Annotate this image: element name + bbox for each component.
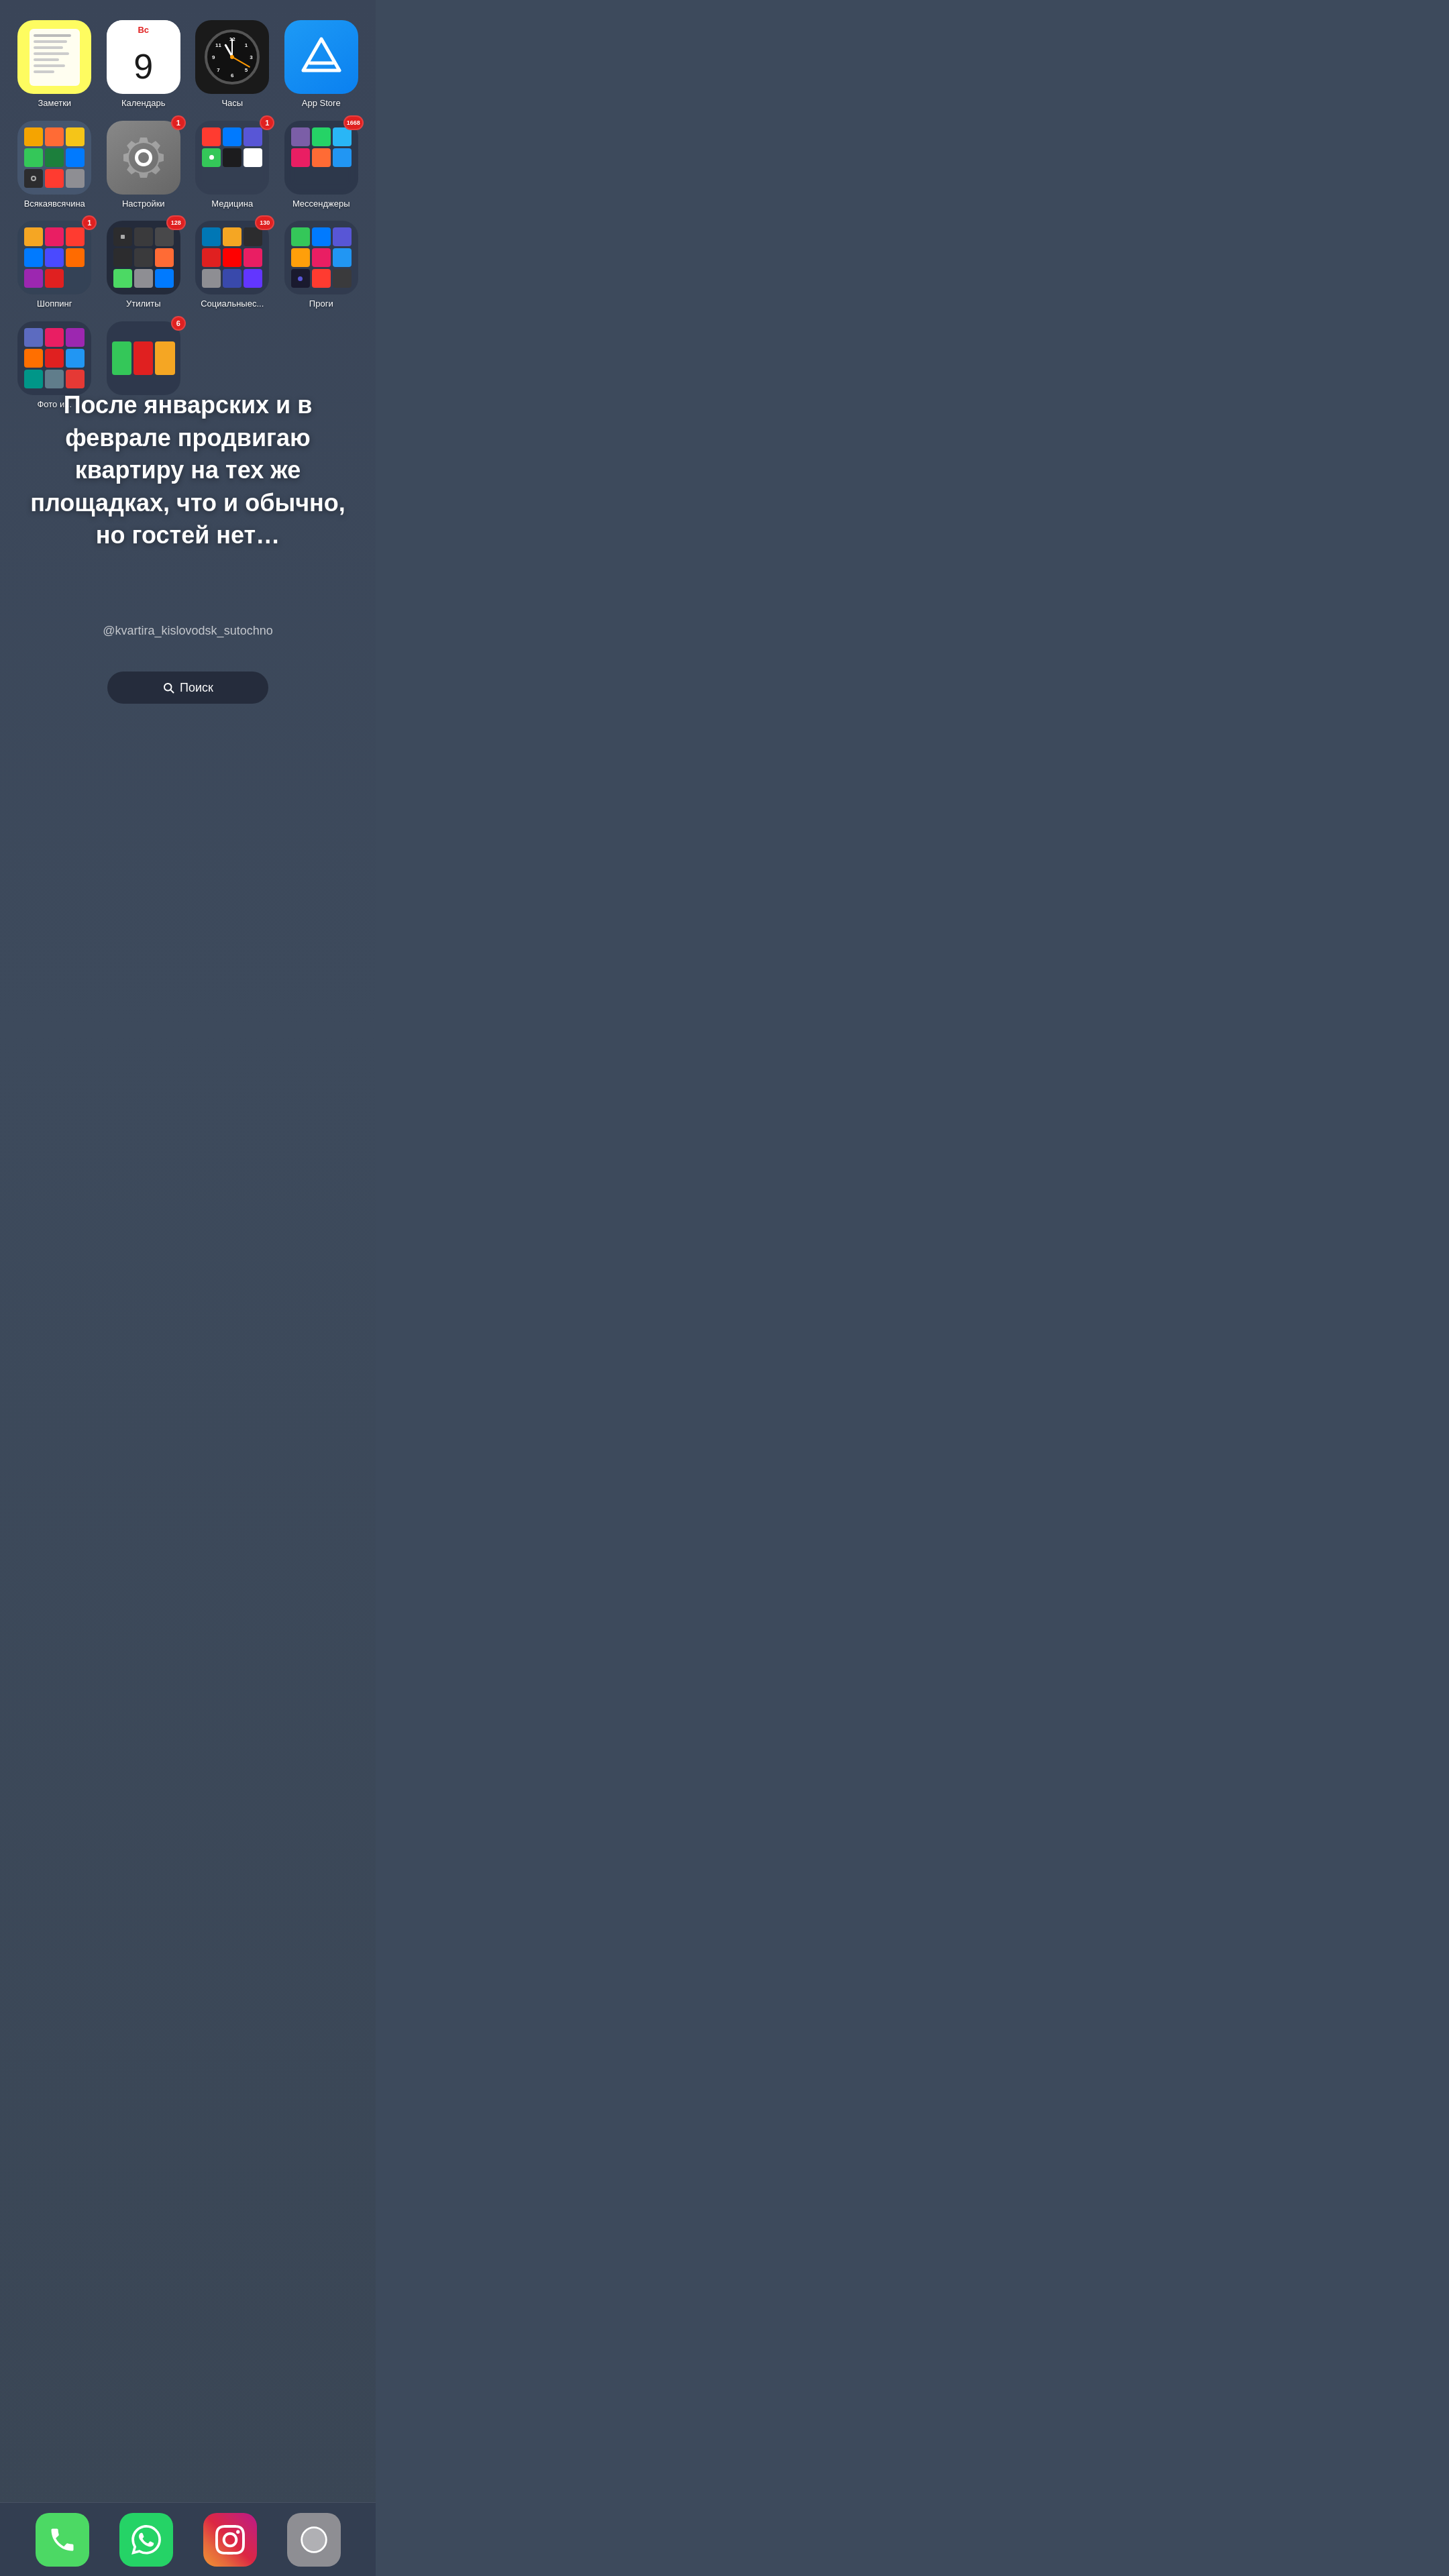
clock-label: Часы xyxy=(221,98,243,109)
app-row-2: Всякаявсячина 1 Настройки 1 xyxy=(13,121,362,209)
search-bar[interactable]: Поиск xyxy=(107,672,268,704)
home-screen: Заметки Вс 9 Календарь 12 1 11 3 9 5 xyxy=(0,0,376,2576)
calendar-label: Календарь xyxy=(121,98,166,109)
folder9-badge: 6 xyxy=(171,316,186,331)
dock-item-4[interactable] xyxy=(287,2513,341,2567)
calendar-app[interactable]: Вс 9 Календарь xyxy=(103,20,185,109)
utility-folder[interactable]: 128 Утилиты xyxy=(103,221,185,309)
settings-app[interactable]: 1 Настройки xyxy=(103,121,185,209)
settings-icon: 1 xyxy=(107,121,180,195)
meditsina-folder[interactable]: 1 Медицина xyxy=(191,121,274,209)
calendar-icon: Вс 9 xyxy=(107,20,180,94)
dock-whatsapp[interactable] xyxy=(119,2513,173,2567)
social-folder[interactable]: 130 Социальныес... xyxy=(191,221,274,309)
progi-label: Проги xyxy=(309,299,333,309)
clock-icon: 12 1 11 3 9 5 7 6 xyxy=(195,20,269,94)
messengers-badge: 1668 xyxy=(343,115,364,130)
appstore-icon xyxy=(284,20,358,94)
shopping-badge: 1 xyxy=(82,215,97,230)
social-label: Социальныес... xyxy=(201,299,264,309)
meditsina-badge: 1 xyxy=(260,115,274,130)
progi-folder[interactable]: Проги xyxy=(280,221,363,309)
calendar-day-name: Вс xyxy=(107,20,180,39)
clock-app[interactable]: 12 1 11 3 9 5 7 6 Часы xyxy=(191,20,274,109)
search-bar-container: Поиск xyxy=(13,658,362,724)
settings-badge: 1 xyxy=(171,115,186,130)
dock-phone[interactable] xyxy=(36,2513,89,2567)
vsyakaya-folder[interactable]: Всякаявсячина xyxy=(13,121,96,209)
utility-badge: 128 xyxy=(166,215,186,230)
social-badge: 130 xyxy=(255,215,274,230)
calendar-day-num: 9 xyxy=(133,39,153,94)
dock xyxy=(0,2502,376,2576)
notes-icon xyxy=(17,20,91,94)
appstore-app[interactable]: App Store xyxy=(280,20,363,109)
second-hand xyxy=(232,56,250,67)
phone-icon xyxy=(48,2525,77,2555)
instagram-icon xyxy=(215,2525,245,2555)
social-icon: 130 xyxy=(195,221,269,294)
app-row-1: Заметки Вс 9 Календарь 12 1 11 3 9 5 xyxy=(13,20,362,109)
messengers-icon: 1668 xyxy=(284,121,358,195)
meditsina-icon: 1 xyxy=(195,121,269,195)
overlay-text: После январских и в феврале продвигаю кв… xyxy=(0,389,376,552)
search-label: Поиск xyxy=(180,681,213,695)
messengers-label: Мессенджеры xyxy=(292,199,350,209)
svg-line-2 xyxy=(170,690,173,693)
notes-app[interactable]: Заметки xyxy=(13,20,96,109)
notes-label: Заметки xyxy=(38,98,71,109)
vsyakaya-label: Всякаявсячина xyxy=(24,199,85,209)
minute-hand xyxy=(231,38,233,57)
settings-label: Настройки xyxy=(122,199,165,209)
foto-icon xyxy=(17,321,91,395)
dock4-icon xyxy=(299,2525,329,2555)
dock-instagram[interactable] xyxy=(203,2513,257,2567)
messengers-folder[interactable]: 1668 Мессенджеры xyxy=(280,121,363,209)
vsyakaya-icon xyxy=(17,121,91,195)
meditsina-label: Медицина xyxy=(211,199,253,209)
app-row-3: 1 Шоппинг 128 xyxy=(13,221,362,309)
progi-icon xyxy=(284,221,358,294)
shopping-label: Шоппинг xyxy=(37,299,72,309)
appstore-label: App Store xyxy=(302,98,341,109)
shopping-icon: 1 xyxy=(17,221,91,294)
username: @kvartira_kislovodsk_sutochno xyxy=(13,624,362,658)
folder9-icon: 6 xyxy=(107,321,180,395)
shopping-folder[interactable]: 1 Шоппинг xyxy=(13,221,96,309)
utility-icon: 128 xyxy=(107,221,180,294)
whatsapp-icon xyxy=(131,2525,161,2555)
utility-label: Утилиты xyxy=(126,299,161,309)
search-icon xyxy=(162,682,174,694)
